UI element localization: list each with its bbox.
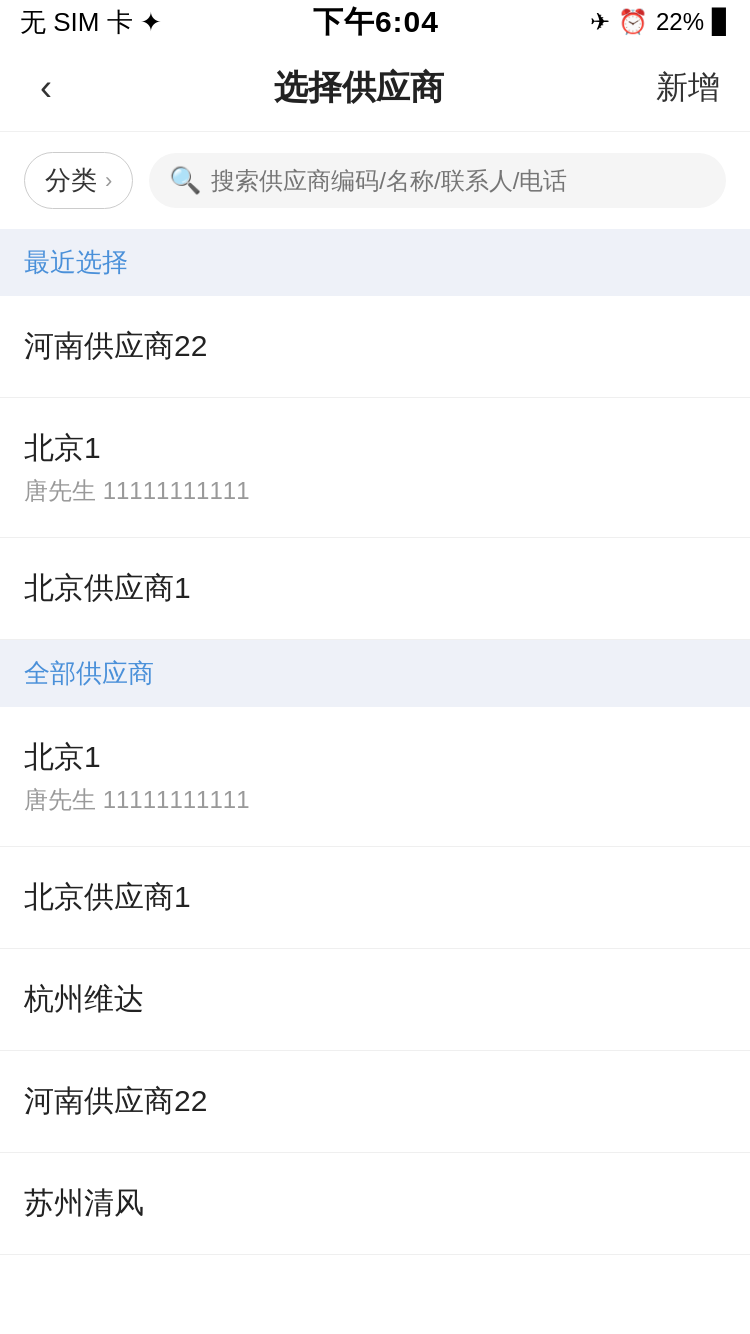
chevron-right-icon: ›	[105, 168, 112, 194]
recent-list: 河南供应商22 北京1 唐先生 11111111111 北京供应商1	[0, 296, 750, 640]
add-button[interactable]: 新增	[656, 66, 720, 110]
all-section-header: 全部供应商	[0, 640, 750, 707]
nav-bar: ‹ 选择供应商 新增	[0, 44, 750, 132]
search-icon: 🔍	[169, 165, 201, 196]
sim-label: 无 SIM 卡 ✦	[20, 5, 162, 40]
item-name: 北京供应商1	[24, 877, 726, 918]
item-name: 北京1	[24, 737, 726, 778]
alarm-icon: ⏰	[618, 8, 648, 36]
category-button[interactable]: 分类 ›	[24, 152, 133, 209]
status-right: ✈ ⏰ 22% ▊	[590, 8, 730, 36]
battery-indicator: 22%	[656, 8, 704, 36]
status-bar: 无 SIM 卡 ✦ 下午6:04 ✈ ⏰ 22% ▊	[0, 0, 750, 44]
page-title: 选择供应商	[274, 65, 444, 111]
item-sub: 唐先生 11111111111	[24, 475, 726, 507]
list-item[interactable]: 北京供应商1	[0, 847, 750, 949]
search-input[interactable]	[211, 167, 706, 195]
list-item[interactable]: 河南供应商22	[0, 1051, 750, 1153]
list-item[interactable]: 苏州清风	[0, 1153, 750, 1255]
item-name: 苏州清风	[24, 1183, 726, 1224]
list-item[interactable]: 河南供应商22	[0, 296, 750, 398]
item-name: 北京供应商1	[24, 568, 726, 609]
status-left: 无 SIM 卡 ✦	[20, 5, 162, 40]
all-list: 北京1 唐先生 11111111111 北京供应商1 杭州维达河南供应商22 苏州清风	[0, 707, 750, 1255]
item-name: 杭州维达	[24, 979, 726, 1020]
item-name: 河南供应商22	[24, 326, 726, 367]
item-name: 北京1	[24, 428, 726, 469]
category-label: 分类	[45, 163, 97, 198]
item-sub: 唐先生 11111111111	[24, 784, 726, 816]
list-item[interactable]: 北京1 唐先生 11111111111	[0, 398, 750, 538]
recent-section-label: 最近选择	[24, 247, 128, 277]
item-name: 河南供应商22	[24, 1081, 726, 1122]
list-item[interactable]: 杭州维达	[0, 949, 750, 1051]
recent-section-header: 最近选择	[0, 229, 750, 296]
back-button[interactable]: ‹	[30, 57, 62, 119]
list-item[interactable]: 北京1 唐先生 11111111111	[0, 707, 750, 847]
battery-icon: ▊	[712, 8, 730, 36]
list-item[interactable]: 北京供应商1	[0, 538, 750, 640]
all-section-label: 全部供应商	[24, 658, 154, 688]
location-icon: ✈	[590, 8, 610, 36]
status-time: 下午6:04	[313, 2, 439, 43]
search-wrap: 🔍	[149, 153, 726, 208]
filter-row: 分类 › 🔍	[0, 132, 750, 229]
